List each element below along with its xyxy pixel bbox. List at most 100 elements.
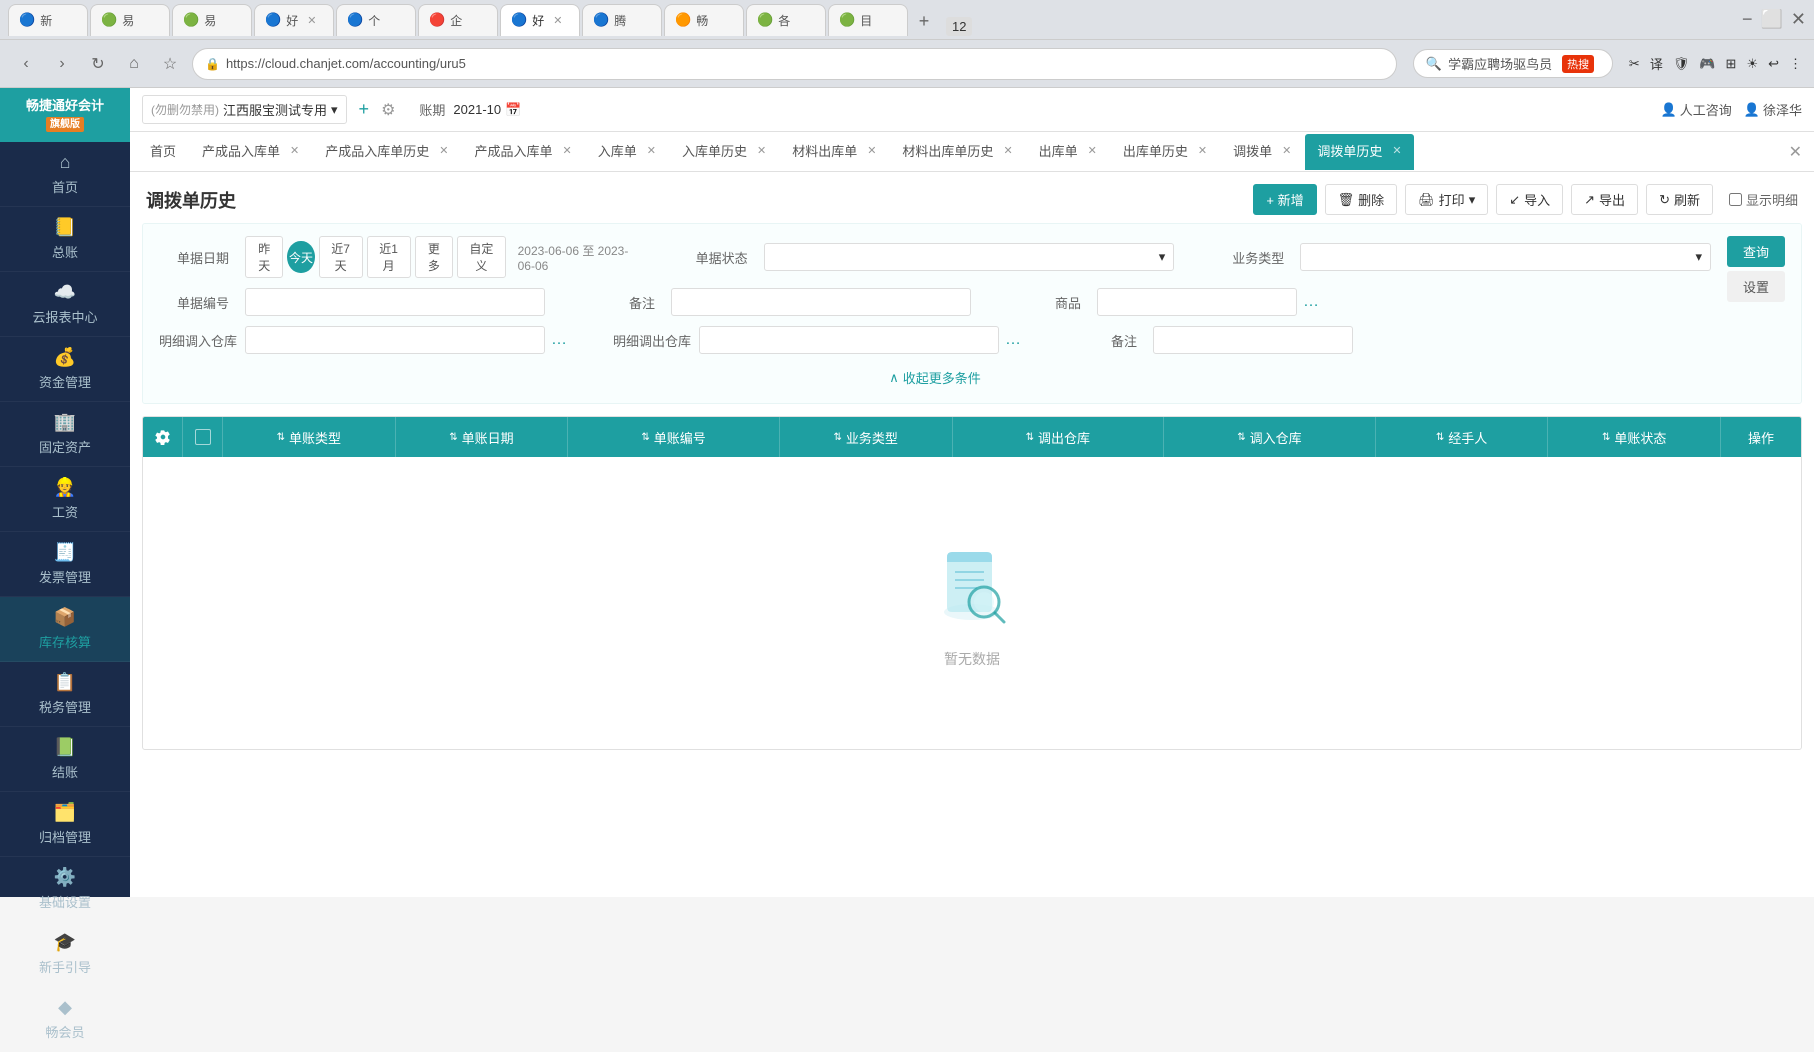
to-wh-input[interactable] xyxy=(699,326,999,354)
sidebar-item-salary[interactable]: 👷 工资 xyxy=(0,467,130,532)
close-all-tabs-button[interactable]: ✕ xyxy=(1785,138,1806,166)
new-tab-button[interactable]: + xyxy=(910,8,938,36)
brightness-icon[interactable]: ☀ xyxy=(1746,56,1758,72)
from-wh-input[interactable] xyxy=(245,326,545,354)
import-button[interactable]: ↙ 导入 xyxy=(1496,184,1563,215)
tab-material-out-hist[interactable]: 材料出库单历史✕ xyxy=(890,134,1024,170)
browser-tab-6[interactable]: 🔴企 xyxy=(418,4,498,36)
browser-tab-3[interactable]: 🟢易 xyxy=(172,4,252,36)
tab-close-out[interactable]: ✕ xyxy=(1088,144,1097,157)
new-button[interactable]: + 新增 xyxy=(1253,184,1316,215)
game-icon[interactable]: 🎮 xyxy=(1699,56,1715,72)
tab-close-out-hist[interactable]: ✕ xyxy=(1198,144,1207,157)
home-button[interactable]: ⌂ xyxy=(120,50,148,78)
browser-tab-1[interactable]: 🔵新 xyxy=(8,4,88,36)
browser-tab-5[interactable]: 🔵个 xyxy=(336,4,416,36)
undo-icon[interactable]: ↩ xyxy=(1768,56,1779,72)
refresh-button[interactable]: ↻ 刷新 xyxy=(1646,184,1713,215)
th-checkbox[interactable] xyxy=(183,417,223,457)
from-wh-ellipsis-button[interactable]: … xyxy=(545,331,573,349)
goods-input[interactable] xyxy=(1097,288,1297,316)
forward-button[interactable]: › xyxy=(48,50,76,78)
export-button[interactable]: ↗ 导出 xyxy=(1571,184,1638,215)
delete-button[interactable]: 🗑 删除 xyxy=(1325,184,1398,215)
status-filter-select[interactable]: ▾ xyxy=(764,243,1175,271)
sidebar-item-invoice[interactable]: 🧾 发票管理 xyxy=(0,532,130,597)
grid-icon[interactable]: ⊞ xyxy=(1726,56,1737,72)
sidebar-item-settings[interactable]: ⚙️ 基础设置 xyxy=(0,857,130,922)
sidebar-item-inventory[interactable]: 📦 库存核算 xyxy=(0,597,130,662)
date-more-btn[interactable]: 更多 xyxy=(415,236,453,278)
refresh-browser-button[interactable]: ↻ xyxy=(84,50,112,78)
tab-close-stock-in[interactable]: ✕ xyxy=(647,144,656,157)
tab-close-transfer-hist[interactable]: ✕ xyxy=(1392,144,1401,157)
browser-tab-2[interactable]: 🟢易 xyxy=(90,4,170,36)
date-custom-btn[interactable]: 自定义 xyxy=(457,236,506,278)
tab-close-material-out-hist[interactable]: ✕ xyxy=(1003,144,1012,157)
sidebar-item-guide[interactable]: 🎓 新手引导 xyxy=(0,922,130,987)
show-detail-toggle[interactable]: 显示明细 xyxy=(1729,190,1798,209)
tab-stock-in[interactable]: 入库单✕ xyxy=(586,134,668,170)
sidebar-item-archive[interactable]: 🗂️ 归档管理 xyxy=(0,792,130,857)
tab-close-finished-in2[interactable]: ✕ xyxy=(563,144,572,157)
browser-tab-8[interactable]: 🔵腾 xyxy=(582,4,662,36)
th-doc-date[interactable]: ⇅ 单账日期 xyxy=(396,417,569,457)
collapse-button[interactable]: ∧ 收起更多条件 xyxy=(889,364,981,391)
tab-finished-in-hist[interactable]: 产成品入库单历史✕ xyxy=(313,134,460,170)
th-settings[interactable] xyxy=(143,417,183,457)
menu-icon[interactable]: ⋮ xyxy=(1789,56,1802,72)
query-button[interactable]: 查询 xyxy=(1727,236,1785,267)
sidebar-item-funds[interactable]: 💰 资金管理 xyxy=(0,337,130,402)
sidebar-item-tax[interactable]: 📋 税务管理 xyxy=(0,662,130,727)
th-biz-type[interactable]: ⇅ 业务类型 xyxy=(780,417,953,457)
window-minimize-button[interactable]: − xyxy=(1742,9,1753,30)
tab-finished-in[interactable]: 产成品入库单✕ xyxy=(190,134,311,170)
th-doc-status[interactable]: ⇅ 单账状态 xyxy=(1548,417,1721,457)
date-today-btn[interactable]: 今天 xyxy=(287,241,314,273)
th-handler[interactable]: ⇅ 经手人 xyxy=(1376,417,1549,457)
browser-tab-4[interactable]: 🔵好✕ xyxy=(254,4,334,36)
shield-icon[interactable]: 🛡 xyxy=(1673,56,1690,72)
th-from-wh[interactable]: ⇅ 调出仓库 xyxy=(953,417,1165,457)
sidebar-item-member[interactable]: ◆ 畅会员 xyxy=(0,987,130,1052)
browser-tab-10[interactable]: 🟢各 xyxy=(746,4,826,36)
tab-stock-in-hist[interactable]: 入库单历史✕ xyxy=(670,134,778,170)
to-wh-ellipsis-button[interactable]: … xyxy=(999,331,1027,349)
goods-ellipsis-button[interactable]: … xyxy=(1297,293,1325,311)
sidebar-item-reports[interactable]: ☁️ 云报表中心 xyxy=(0,272,130,337)
period-selector[interactable]: 2021-10 📅 xyxy=(453,102,521,118)
th-to-wh[interactable]: ⇅ 调入仓库 xyxy=(1164,417,1376,457)
company-selector[interactable]: (勿删勿禁用) 江西服宝测试专用 ▾ xyxy=(142,95,347,124)
tab-transfer-hist[interactable]: 调拨单历史✕ xyxy=(1305,134,1413,170)
tab-out-hist[interactable]: 出库单历史✕ xyxy=(1111,134,1219,170)
tab-out[interactable]: 出库单✕ xyxy=(1027,134,1109,170)
user-avatar[interactable]: 👤 徐泽华 xyxy=(1744,100,1802,119)
tab-close-material-out[interactable]: ✕ xyxy=(867,144,876,157)
tab-home[interactable]: 首页 xyxy=(138,134,188,170)
date-yesterday-btn[interactable]: 昨天 xyxy=(245,236,283,278)
sidebar-item-ledger[interactable]: 📒 总账 xyxy=(0,207,130,272)
date-1month-btn[interactable]: 近1月 xyxy=(367,236,411,278)
cut-icon[interactable]: ✂ xyxy=(1629,56,1640,72)
tab-finished-in2[interactable]: 产成品入库单✕ xyxy=(462,134,583,170)
browser-tab-7[interactable]: 🔵好✕ xyxy=(500,4,580,36)
browser-tab-11[interactable]: 🟢目 xyxy=(828,4,908,36)
sidebar-item-close[interactable]: 📗 结账 xyxy=(0,727,130,792)
tab-close-finished-in[interactable]: ✕ xyxy=(290,144,299,157)
th-doc-type[interactable]: ⇅ 单账类型 xyxy=(223,417,396,457)
filter-setting-button[interactable]: 设置 xyxy=(1727,271,1785,302)
window-close-button[interactable]: ✕ xyxy=(1791,9,1806,30)
tab-close-finished-in-hist[interactable]: ✕ xyxy=(439,144,448,157)
browser-tab-9[interactable]: 🟠畅 xyxy=(664,4,744,36)
doc-number-input[interactable] xyxy=(245,288,545,316)
remark2-input[interactable] xyxy=(1153,326,1353,354)
select-all-checkbox[interactable] xyxy=(195,429,211,445)
settings-gear-icon[interactable]: ⚙ xyxy=(381,100,395,120)
sidebar-item-home[interactable]: ⌂ 首页 xyxy=(0,142,130,207)
translate-icon[interactable]: 译 xyxy=(1650,54,1663,73)
print-button[interactable]: 🖨 打印 ▾ xyxy=(1405,184,1488,215)
tab-transfer[interactable]: 调拨单✕ xyxy=(1221,134,1303,170)
remark-input[interactable] xyxy=(671,288,971,316)
biz-type-filter-select[interactable]: ▾ xyxy=(1300,243,1711,271)
add-company-button[interactable]: + xyxy=(359,99,370,120)
